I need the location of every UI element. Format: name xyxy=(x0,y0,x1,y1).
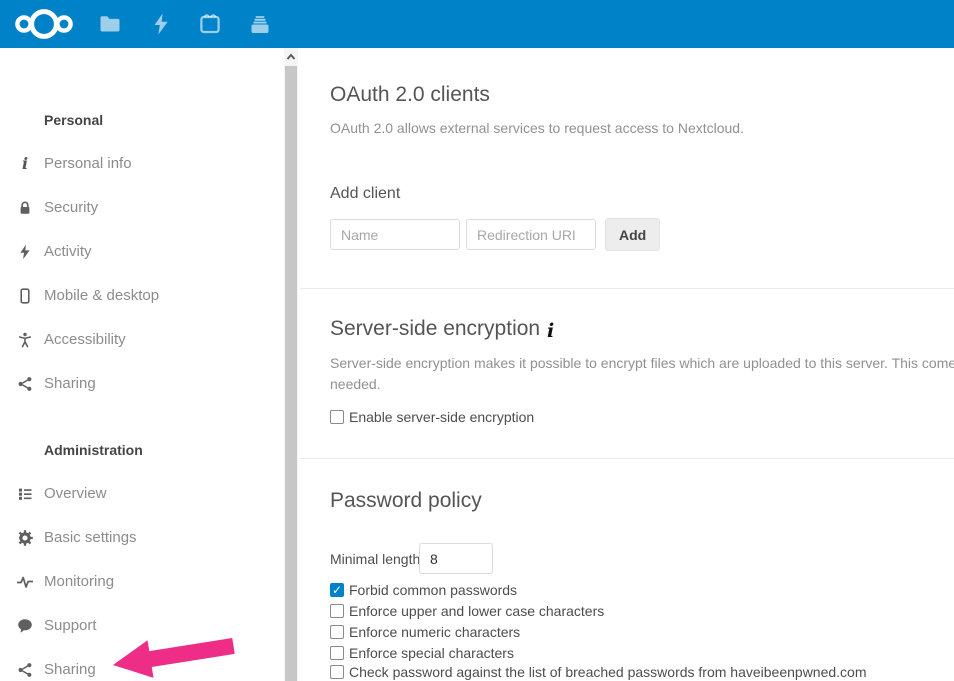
encryption-description-line2: needed. xyxy=(330,376,381,392)
sidebar-caption-personal: Personal xyxy=(44,98,244,142)
folder-icon xyxy=(98,12,122,36)
checklist-icon xyxy=(17,486,33,502)
sidebar-caption-administration: Administration xyxy=(44,428,244,472)
deck-app-button[interactable] xyxy=(248,12,272,36)
add-client-heading: Add client xyxy=(330,185,400,203)
chevron-up-icon xyxy=(284,50,298,64)
waveform-icon xyxy=(17,574,33,590)
sidebar-item-sharing-admin[interactable]: Sharing xyxy=(0,648,283,681)
share-icon xyxy=(17,662,33,678)
checkbox-checked[interactable]: ✓ xyxy=(330,583,344,597)
gear-icon xyxy=(17,530,33,546)
sidebar-item-basic-settings[interactable]: Basic settings xyxy=(0,516,283,560)
checkbox-unchecked[interactable] xyxy=(330,646,344,660)
section-divider xyxy=(300,288,954,289)
nextcloud-logo-icon xyxy=(12,6,76,42)
calendar-icon xyxy=(198,12,222,36)
activity-app-button[interactable] xyxy=(149,12,173,36)
calendar-app-button[interactable] xyxy=(198,12,222,36)
speech-bubble-icon xyxy=(17,618,33,634)
files-app-button[interactable] xyxy=(98,12,122,36)
sidebar-item-accessibility[interactable]: Accessibility xyxy=(0,318,283,362)
nextcloud-settings-page: Personal i Personal info Security Activi… xyxy=(0,0,954,681)
sidebar-item-mobile-desktop[interactable]: Mobile & desktop xyxy=(0,274,283,318)
info-icon[interactable]: i xyxy=(547,320,554,342)
phone-icon xyxy=(17,288,33,304)
haveibeenpwned-row[interactable]: Check password against the list of breac… xyxy=(330,664,890,681)
checkbox-unchecked[interactable] xyxy=(330,410,344,424)
sidebar-item-monitoring[interactable]: Monitoring xyxy=(0,560,283,604)
section-divider xyxy=(300,458,954,459)
settings-content: OAuth 2.0 clients OAuth 2.0 allows exter… xyxy=(300,48,954,681)
checkbox-label[interactable]: Check password against the list of breac… xyxy=(349,664,867,681)
checkmark-icon: ✓ xyxy=(331,584,343,597)
minimal-length-input[interactable] xyxy=(419,543,493,574)
top-navigation-bar xyxy=(0,0,954,48)
sidebar-item-sharing-personal[interactable]: Sharing xyxy=(0,362,283,406)
enforce-case-row[interactable]: Enforce upper and lower case characters xyxy=(330,603,670,621)
sidebar-scrollbar[interactable] xyxy=(284,48,298,681)
sidebar-item-support[interactable]: Support xyxy=(0,604,283,648)
settings-sidebar: Personal i Personal info Security Activi… xyxy=(0,48,300,681)
encryption-description-line1: Server-side encryption makes it possible… xyxy=(330,355,954,371)
oauth-description: OAuth 2.0 allows external services to re… xyxy=(330,120,744,136)
checkbox-label[interactable]: Enforce special characters xyxy=(349,645,514,662)
stack-icon xyxy=(248,12,272,36)
forbid-common-passwords-row[interactable]: ✓ Forbid common passwords xyxy=(330,582,630,600)
lightning-icon xyxy=(149,12,173,36)
minimal-length-label: Minimal length xyxy=(330,551,420,567)
client-name-input[interactable] xyxy=(330,219,460,250)
checkbox-label[interactable]: Forbid common passwords xyxy=(349,582,517,599)
scrollbar-thumb[interactable] xyxy=(285,66,297,681)
enforce-special-row[interactable]: Enforce special characters xyxy=(330,645,630,663)
info-icon: i xyxy=(17,156,33,172)
lightning-icon xyxy=(17,244,33,260)
checkbox-unchecked[interactable] xyxy=(330,665,344,679)
lock-icon xyxy=(17,200,33,216)
add-client-button[interactable]: Add xyxy=(605,218,660,251)
sidebar-item-activity[interactable]: Activity xyxy=(0,230,283,274)
enforce-numeric-row[interactable]: Enforce numeric characters xyxy=(330,624,630,642)
enable-encryption-checkbox-row[interactable]: Enable server-side encryption xyxy=(330,409,590,427)
checkbox-unchecked[interactable] xyxy=(330,604,344,618)
checkbox-unchecked[interactable] xyxy=(330,625,344,639)
checkbox-label[interactable]: Enforce upper and lower case characters xyxy=(349,603,604,620)
redirection-uri-input[interactable] xyxy=(466,219,596,250)
oauth-section-title: OAuth 2.0 clients xyxy=(330,83,490,107)
nextcloud-logo[interactable] xyxy=(12,6,76,42)
share-icon xyxy=(17,376,33,392)
password-policy-title: Password policy xyxy=(330,489,482,513)
sidebar-item-overview[interactable]: Overview xyxy=(0,472,283,516)
checkbox-label[interactable]: Enforce numeric characters xyxy=(349,624,520,641)
scrollbar-up-arrow[interactable] xyxy=(284,48,298,65)
accessibility-icon xyxy=(17,332,33,348)
sidebar-item-security-personal[interactable]: Security xyxy=(0,186,283,230)
sidebar-item-personal-info[interactable]: i Personal info xyxy=(0,142,283,186)
encryption-section-title: Server-side encryption xyxy=(330,317,540,341)
checkbox-label[interactable]: Enable server-side encryption xyxy=(349,409,534,426)
